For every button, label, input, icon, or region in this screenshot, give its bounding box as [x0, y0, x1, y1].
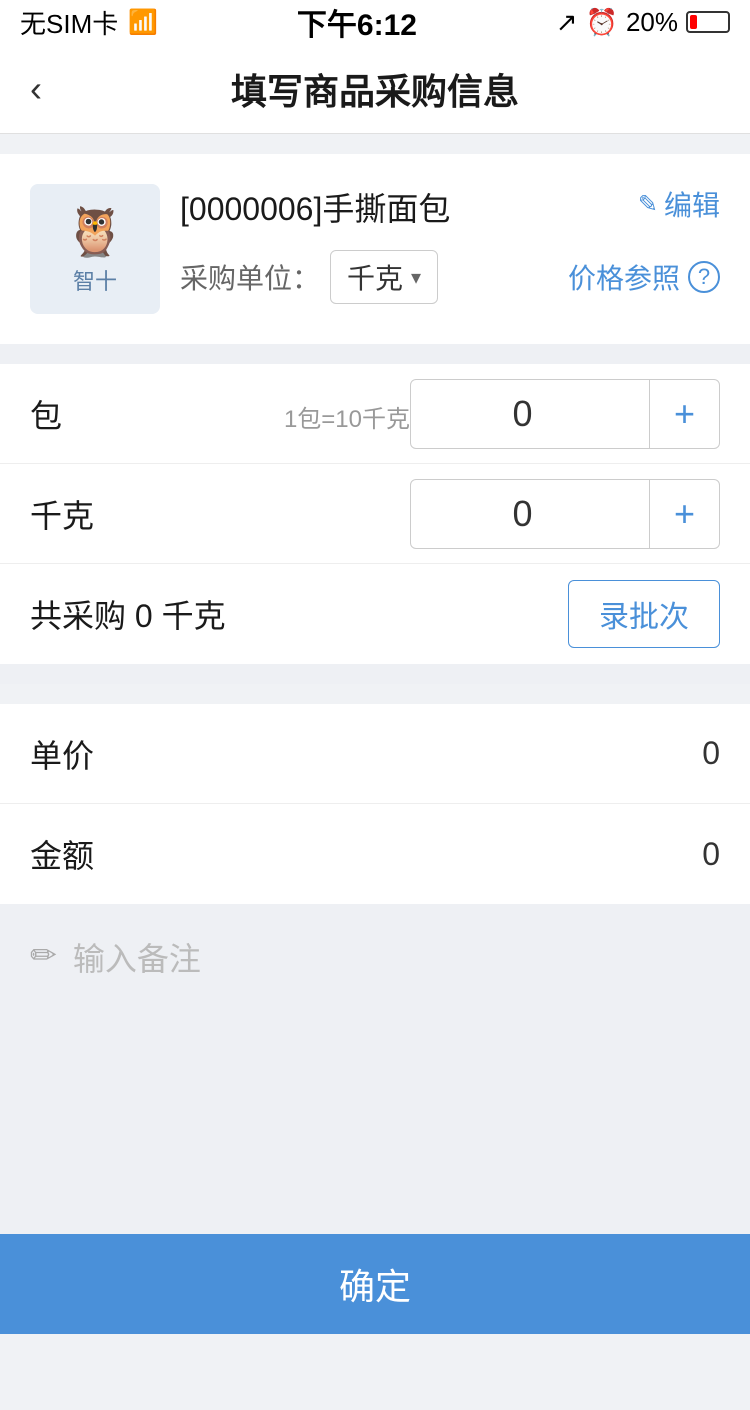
- kg-input[interactable]: [410, 479, 650, 549]
- notes-section[interactable]: ✏ 输入备注: [0, 904, 750, 1010]
- kg-input-wrap: +: [410, 479, 720, 549]
- pencil-icon: ✏: [30, 936, 57, 974]
- product-image-label: 智十: [73, 264, 117, 296]
- amount-value: 0: [702, 836, 720, 873]
- product-info: [0000006]手撕面包 ✎ 编辑 采购单位： 千克 ▾ 价格参照 ?: [180, 184, 720, 304]
- summary-label: 共采购: [30, 598, 126, 634]
- alarm-icon: ⏰: [586, 7, 618, 38]
- unit-price-value: 0: [702, 735, 720, 772]
- bag-input[interactable]: [410, 379, 650, 449]
- edit-button[interactable]: ✎ 编辑: [638, 184, 720, 224]
- confirm-button[interactable]: 确定: [0, 1234, 750, 1334]
- summary-text: 共采购 0 千克: [30, 591, 226, 637]
- product-card: 🦉 智十 [0000006]手撕面包 ✎ 编辑 采购单位： 千克 ▾: [0, 154, 750, 344]
- price-ref-info-icon: ?: [688, 261, 720, 293]
- bag-sublabel: 1包=10千克: [284, 399, 410, 434]
- bag-label: 包: [30, 391, 276, 437]
- amount-label: 金额: [30, 831, 94, 877]
- batch-button[interactable]: 录批次: [568, 580, 720, 648]
- price-info-section: 单价 0 金额 0: [0, 704, 750, 904]
- input-section: 包 1包=10千克 + 千克 +: [0, 364, 750, 564]
- unit-select[interactable]: 千克 ▾: [330, 250, 438, 304]
- wifi-icon: 📶: [128, 8, 158, 37]
- unit-label: 采购单位：: [180, 257, 320, 297]
- product-name-row: [0000006]手撕面包 ✎ 编辑: [180, 184, 720, 230]
- product-owl-icon: 🦉: [65, 203, 125, 260]
- price-ref-label: 价格参照: [568, 257, 680, 297]
- page-title: 填写商品采购信息: [231, 63, 519, 115]
- kg-plus-button[interactable]: +: [650, 479, 720, 549]
- unit-price-row: 单价 0: [0, 704, 750, 804]
- back-button[interactable]: ‹: [30, 68, 42, 110]
- chevron-down-icon: ▾: [411, 265, 421, 290]
- status-time: 下午6:12: [297, 0, 417, 44]
- product-image: 🦉 智十: [30, 184, 160, 314]
- divider-1: [0, 344, 750, 364]
- product-unit-row: 采购单位： 千克 ▾ 价格参照 ?: [180, 250, 720, 304]
- edit-label: 编辑: [664, 184, 720, 224]
- status-bar: 无SIM卡 📶 下午6:12 ↗ ⏰ 20%: [0, 0, 750, 44]
- summary-value: 0: [135, 598, 153, 634]
- summary-unit: 千克: [162, 598, 226, 634]
- carrier-label: 无SIM卡: [20, 4, 118, 41]
- unit-price-label: 单价: [30, 731, 94, 777]
- kg-label: 千克: [30, 498, 94, 534]
- amount-row: 金额 0: [0, 804, 750, 904]
- status-left: 无SIM卡 📶: [20, 4, 158, 41]
- summary-row: 共采购 0 千克 录批次: [0, 564, 750, 664]
- price-ref-button[interactable]: 价格参照 ?: [568, 257, 720, 297]
- nav-bar: ‹ 填写商品采购信息: [0, 44, 750, 134]
- location-icon: ↗: [556, 7, 578, 38]
- bag-input-row: 包 1包=10千克 +: [0, 364, 750, 464]
- product-name: [0000006]手撕面包: [180, 184, 638, 230]
- battery-icon: [686, 11, 730, 33]
- notes-placeholder: 输入备注: [73, 934, 201, 980]
- unit-value: 千克: [347, 257, 403, 297]
- divider-2: [0, 664, 750, 684]
- battery-label: 20%: [626, 7, 678, 38]
- edit-icon: ✎: [638, 190, 658, 219]
- kg-input-row: 千克 +: [0, 464, 750, 564]
- bag-plus-button[interactable]: +: [650, 379, 720, 449]
- status-right: ↗ ⏰ 20%: [556, 7, 730, 38]
- bag-input-wrap: +: [410, 379, 720, 449]
